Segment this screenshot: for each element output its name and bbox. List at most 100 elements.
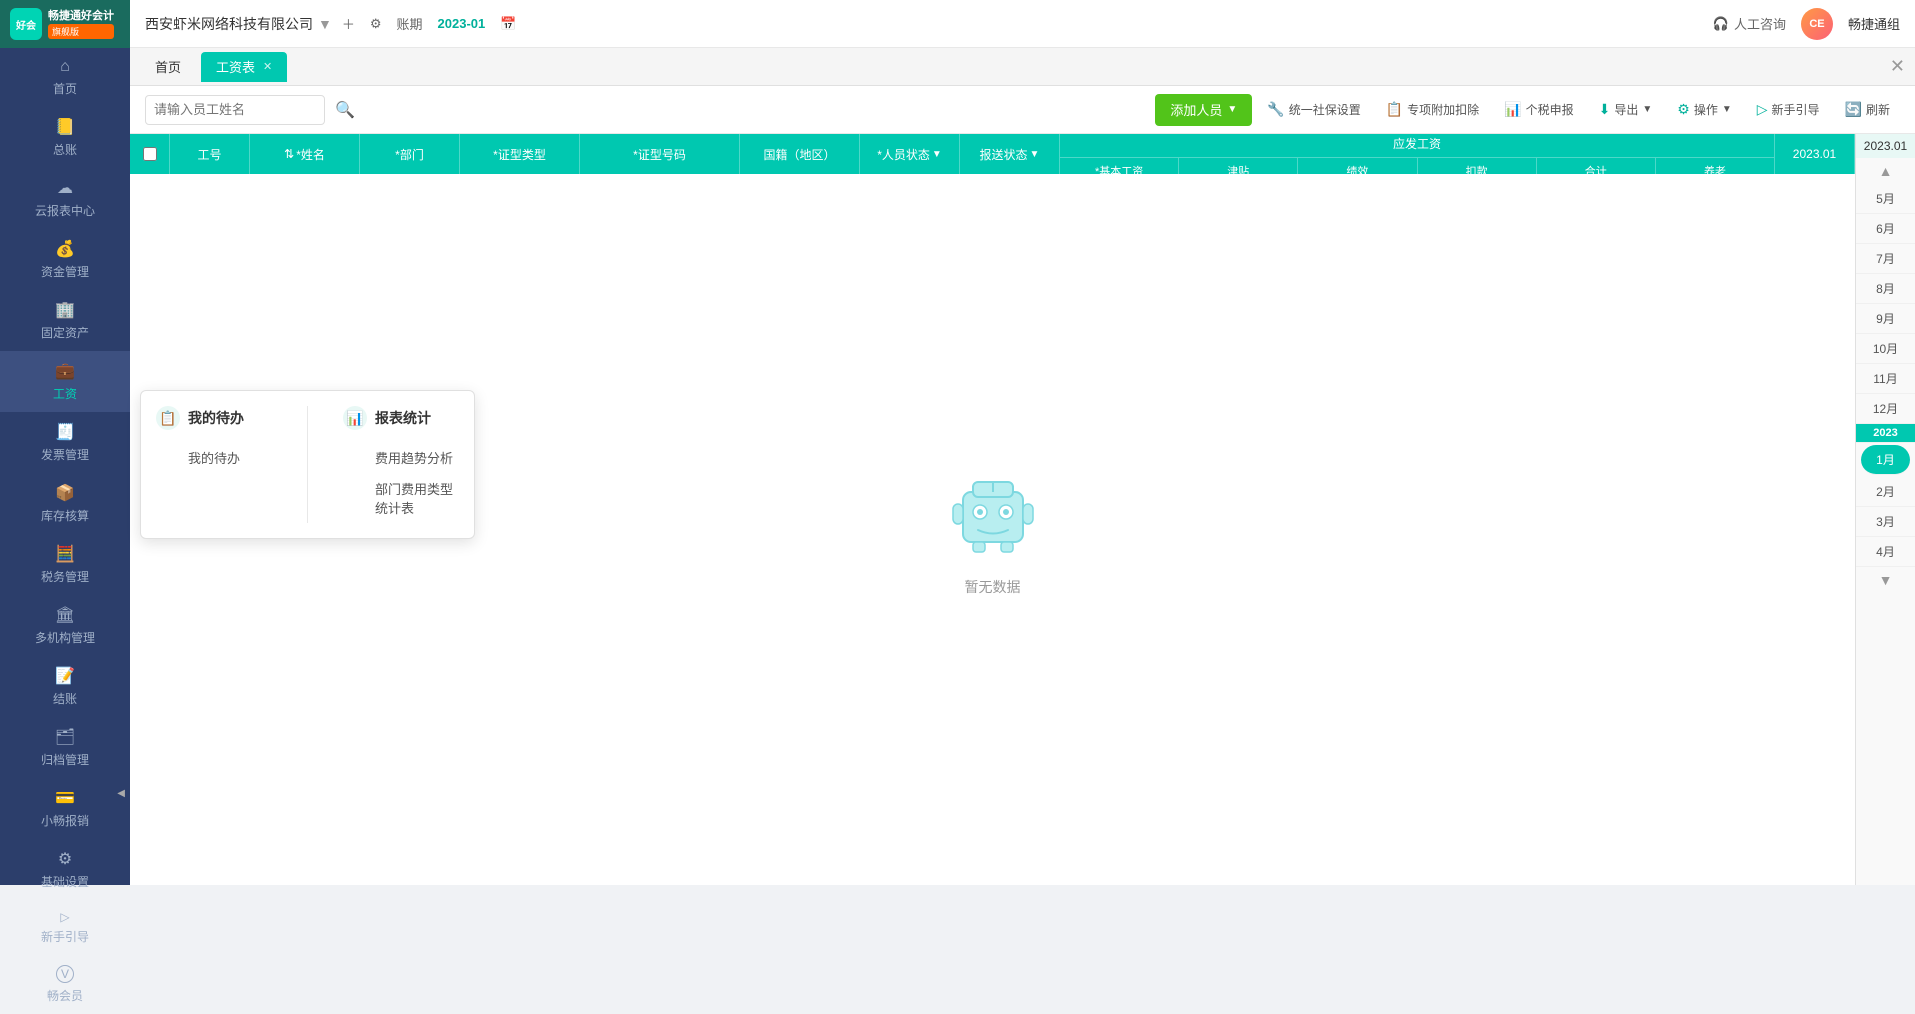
sidebar-label-expense: 小畅报销 [41, 812, 89, 829]
calendar-month-4[interactable]: 4月 [1856, 537, 1915, 567]
calendar-month-7[interactable]: 7月 [1856, 244, 1915, 274]
sidebar-item-invoice[interactable]: 🧾 发票管理 [0, 412, 130, 473]
add-company-icon[interactable]: ＋ [342, 14, 355, 33]
popup-item-dept-stats[interactable]: 部门费用类型统计表 [343, 473, 459, 523]
table-header-row1: 工号 ⇅ *姓名 *部门 *证型类型 *证型号码 [130, 134, 1855, 174]
th-total: 合计 [1537, 158, 1656, 174]
social-insurance-btn[interactable]: 🔧 统一社保设置 [1257, 94, 1370, 126]
filter-icon-report[interactable]: ▼ [1030, 149, 1040, 160]
settle-icon: 📝 [55, 666, 75, 686]
tab-salary-label: 工资表 [216, 57, 255, 76]
sidebar-item-guide[interactable]: ▷ 新手引导 [0, 900, 130, 955]
company-selector[interactable]: 西安虾米网络科技有限公司 ▼ [145, 14, 332, 34]
sidebar-item-basic[interactable]: ⚙ 基础设置 [0, 839, 130, 900]
add-person-button[interactable]: 添加人员 ▼ [1155, 94, 1252, 126]
cloud-icon: ☁ [57, 178, 73, 198]
sidebar-item-settle[interactable]: 📝 结账 [0, 656, 130, 717]
app-badge: 旗舰版 [48, 24, 114, 39]
basic-icon: ⚙ [58, 849, 72, 869]
th-report: 报送状态 ▼ [960, 134, 1060, 174]
sidebar-item-funds[interactable]: 💰 资金管理 [0, 229, 130, 290]
ops-icon: ⚙ [1677, 101, 1690, 118]
tax-btn-icon: 📊 [1504, 101, 1521, 118]
add-arrow-icon: ▼ [1227, 104, 1237, 115]
guide-icon: ▷ [60, 910, 69, 924]
service-button[interactable]: 🎧 人工咨询 [1713, 14, 1786, 33]
calendar-month-12[interactable]: 12月 [1856, 394, 1915, 424]
calendar-down-nav[interactable]: ▼ [1856, 567, 1915, 593]
calendar-month-1[interactable]: 1月 [1861, 445, 1910, 475]
tab-home[interactable]: 首页 [140, 52, 196, 82]
sidebar-item-archive[interactable]: 🗂 归档管理 [0, 717, 130, 778]
sidebar-item-multi[interactable]: 🏛 多机构管理 [0, 595, 130, 656]
export-btn[interactable]: ⬇ 导出 ▼ [1589, 94, 1663, 126]
sidebar-label-multi: 多机构管理 [35, 629, 95, 646]
refresh-btn[interactable]: 🔄 刷新 [1835, 94, 1900, 126]
operations-btn[interactable]: ⚙ 操作 ▼ [1667, 94, 1741, 126]
th-salary-group: 应发工资 *基本工资 津贴 绩效 扣款 合计 养老 [1060, 134, 1775, 174]
salary-icon: 💼 [55, 361, 75, 381]
empty-text: 暂无数据 [965, 577, 1021, 597]
special-deduction-btn[interactable]: 📋 专项附加扣除 [1376, 94, 1489, 126]
calendar-icon[interactable]: 📅 [500, 16, 516, 32]
th-checkbox[interactable] [130, 134, 170, 174]
personal-tax-btn[interactable]: 📊 个税申报 [1494, 94, 1583, 126]
tab-salary[interactable]: 工资表 ✕ [201, 52, 287, 82]
select-all-checkbox[interactable] [143, 147, 157, 161]
sidebar-item-ledger[interactable]: 📒 总账 [0, 107, 130, 168]
calendar-month-11[interactable]: 11月 [1856, 364, 1915, 394]
calendar-year-2023: 2023 [1856, 424, 1915, 443]
calendar-month-9[interactable]: 9月 [1856, 304, 1915, 334]
period-value[interactable]: 2023-01 [438, 16, 486, 31]
close-all-icon[interactable]: ✕ [1890, 56, 1905, 77]
sidebar: 好会 畅捷通好会计 旗舰版 ⌂ 首页 📒 总账 ☁ 云报表中心 💰 资金管理 🏢… [0, 0, 130, 885]
calendar-up-nav[interactable]: ▲ [1856, 158, 1915, 184]
th-status-label: *人员状态 [877, 146, 930, 163]
guide-btn[interactable]: ▷ 新手引导 [1747, 94, 1830, 126]
th-id: 工号 [170, 134, 250, 174]
popup-item-trend[interactable]: 费用趋势分析 [343, 442, 459, 473]
toolbar: 🔍 添加人员 ▼ 🔧 统一社保设置 📋 专项附加扣除 📊 个税申报 [130, 86, 1915, 134]
sidebar-item-home[interactable]: ⌂ 首页 [0, 48, 130, 107]
popup-item-todo[interactable]: 我的待办 [156, 442, 272, 473]
calendar-month-10[interactable]: 10月 [1856, 334, 1915, 364]
funds-icon: 💰 [55, 239, 75, 259]
filter-icon-status[interactable]: ▼ [932, 149, 942, 160]
settings-icon[interactable]: ⚙ [370, 16, 382, 32]
tab-close-icon[interactable]: ✕ [263, 60, 272, 73]
popup-col-1: 📋 我的待办 我的待办 [156, 406, 272, 523]
calendar-month-2[interactable]: 2月 [1856, 477, 1915, 507]
search-box: 🔍 [145, 95, 325, 125]
sidebar-label-ledger: 总账 [53, 141, 77, 158]
popup-icon-2: 📊 [343, 406, 367, 430]
popup-section2-title: 报表统计 [375, 408, 431, 428]
th-certtype-label: *证型类型 [493, 146, 546, 163]
tab-close-all[interactable]: ✕ [1890, 56, 1905, 77]
popup-col-2: 📊 报表统计 费用趋势分析 部门费用类型统计表 [343, 406, 459, 523]
toolbar-right: 添加人员 ▼ 🔧 统一社保设置 📋 专项附加扣除 📊 个税申报 ⬇ 导 [1155, 94, 1900, 126]
search-input[interactable] [154, 102, 330, 117]
calendar-month-6[interactable]: 6月 [1856, 214, 1915, 244]
sidebar-label-home: 首页 [53, 80, 77, 97]
invoice-icon: 🧾 [55, 422, 75, 442]
sidebar-item-inventory[interactable]: 📦 库存核算 [0, 473, 130, 534]
sidebar-item-salary[interactable]: 💼 工资 [0, 351, 130, 412]
calendar-month-8[interactable]: 8月 [1856, 274, 1915, 304]
sidebar-item-tax[interactable]: 🧮 税务管理 [0, 534, 130, 595]
sort-icon-name: ⇅ [284, 147, 294, 161]
calendar-month-3[interactable]: 3月 [1856, 507, 1915, 537]
sidebar-item-expense[interactable]: 💳 小畅报销 ◀ [0, 778, 130, 839]
sidebar-label-basic: 基础设置 [41, 873, 89, 890]
sidebar-item-assets[interactable]: 🏢 固定资产 [0, 290, 130, 351]
refresh-icon: 🔄 [1845, 101, 1862, 118]
search-icon[interactable]: 🔍 [335, 100, 355, 120]
th-name-label: *姓名 [296, 146, 325, 163]
member-icon: V [56, 965, 74, 983]
export-icon: ⬇ [1599, 101, 1611, 118]
calendar-month-5[interactable]: 5月 [1856, 184, 1915, 214]
th-base-salary: *基本工资 [1060, 158, 1179, 174]
sidebar-item-cloud[interactable]: ☁ 云报表中心 [0, 168, 130, 229]
sidebar-label-tax: 税务管理 [41, 568, 89, 585]
tax-icon: 🧮 [55, 544, 75, 564]
sidebar-item-member[interactable]: V 畅会员 [0, 955, 130, 1014]
